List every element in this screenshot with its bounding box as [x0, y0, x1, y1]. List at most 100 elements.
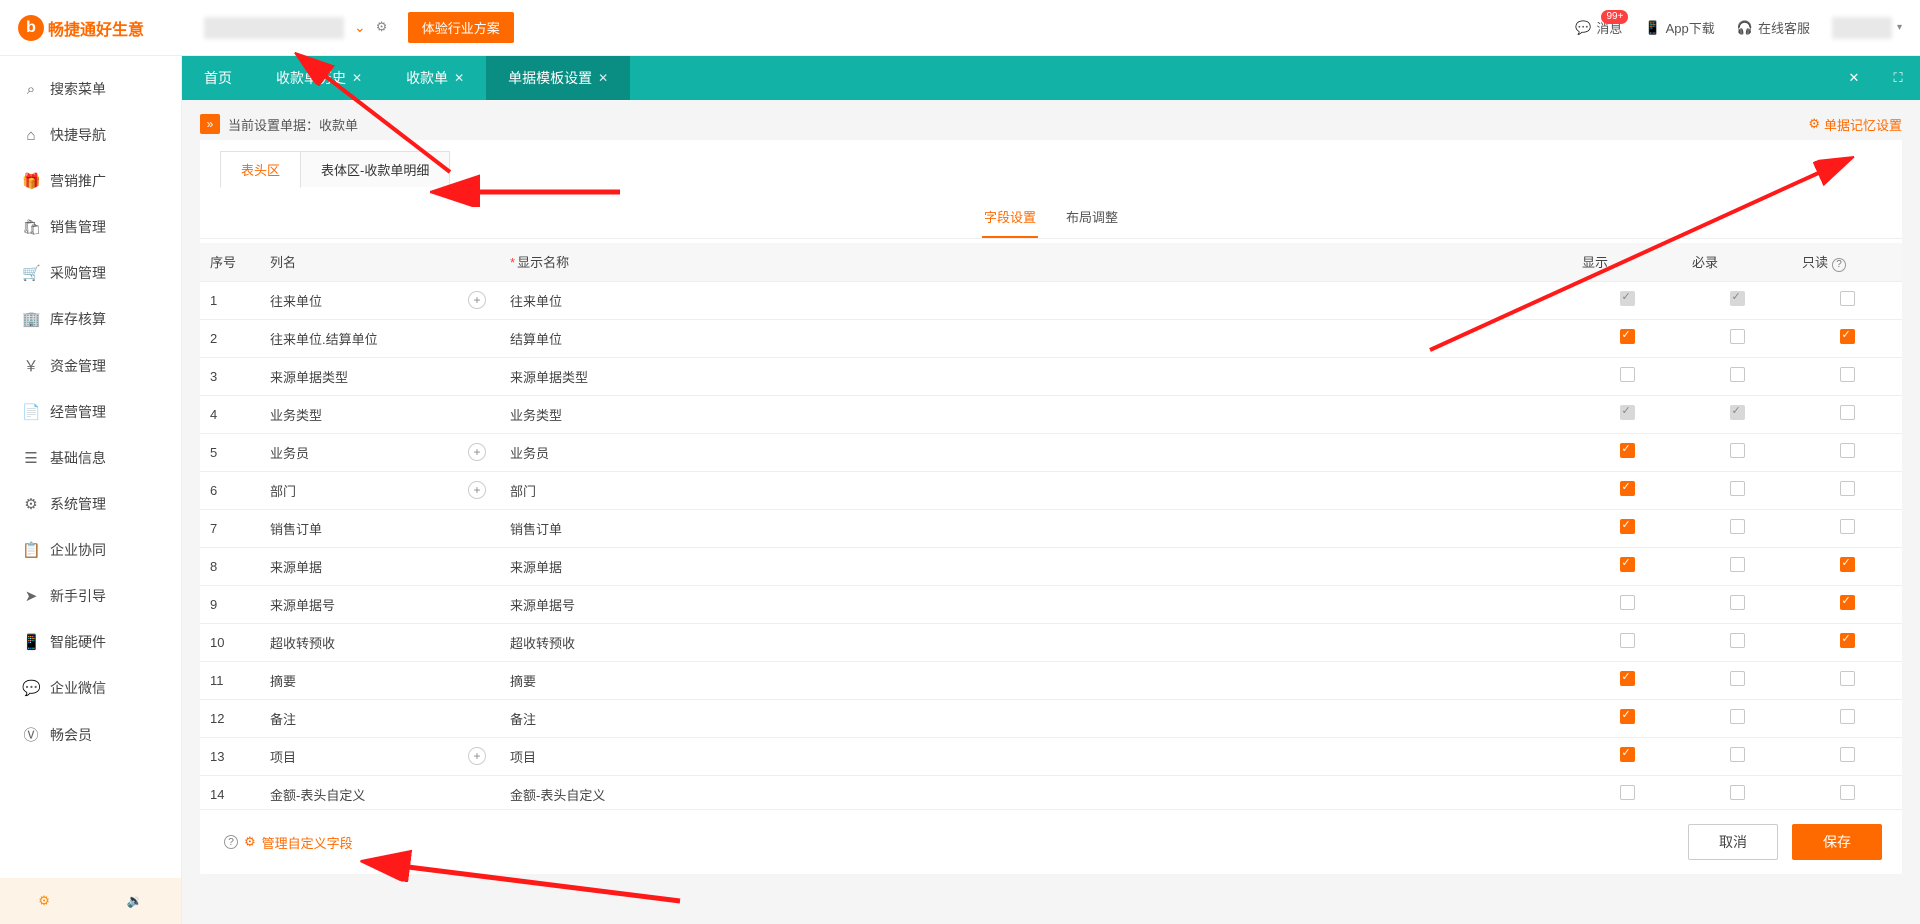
experience-button[interactable]: 体验行业方案	[408, 12, 514, 43]
checkbox[interactable]	[1730, 557, 1745, 572]
checkbox[interactable]	[1620, 671, 1635, 686]
checkbox[interactable]	[1840, 747, 1855, 762]
page-tab-1[interactable]: 收款单历史✕	[254, 56, 384, 100]
sub-tab-layout[interactable]: 布局调整	[1064, 201, 1120, 238]
checkbox[interactable]	[1620, 329, 1635, 344]
add-icon[interactable]: +	[468, 481, 486, 499]
messages-link[interactable]: 💬 消息 99+	[1575, 18, 1622, 37]
checkbox[interactable]	[1730, 709, 1745, 724]
sidebar-item-10[interactable]: 📋企业协同	[0, 527, 181, 573]
fullscreen-toggle[interactable]: ⛶	[1876, 70, 1920, 86]
checkbox[interactable]	[1620, 557, 1635, 572]
settings-icon[interactable]: ⚙	[38, 893, 50, 909]
checkbox[interactable]	[1620, 443, 1635, 458]
memory-setting-link[interactable]: ⚙ 单据记忆设置	[1808, 115, 1902, 134]
app-download-link[interactable]: 📱 App下载	[1644, 18, 1714, 37]
checkbox[interactable]	[1730, 367, 1745, 382]
checkbox[interactable]	[1730, 443, 1745, 458]
checkbox[interactable]	[1620, 595, 1635, 610]
cell-display[interactable]: 来源单据	[500, 547, 1572, 585]
gear-icon[interactable]: ⚙	[376, 19, 394, 37]
checkbox[interactable]	[1730, 519, 1745, 534]
sidebar-item-11[interactable]: ➤新手引导	[0, 573, 181, 619]
checkbox[interactable]	[1840, 405, 1855, 420]
page-tab-3[interactable]: 单据模板设置✕	[486, 56, 630, 100]
checkbox[interactable]	[1730, 595, 1745, 610]
checkbox[interactable]	[1730, 481, 1745, 496]
sidebar-item-1[interactable]: ⌂快捷导航	[0, 112, 181, 158]
add-icon[interactable]: +	[468, 747, 486, 765]
cell-display[interactable]: 业务类型	[500, 395, 1572, 433]
sub-tab-field[interactable]: 字段设置	[982, 201, 1038, 238]
checkbox[interactable]	[1840, 443, 1855, 458]
sidebar-item-14[interactable]: Ⓥ畅会员	[0, 711, 181, 758]
area-tab-body[interactable]: 表体区-收款单明细	[300, 151, 450, 187]
sidebar-item-7[interactable]: 📄经营管理	[0, 389, 181, 435]
cell-display[interactable]: 往来单位	[500, 281, 1572, 319]
table-scroll[interactable]: 序号 列名 *显示名称 显示 必录 只读? 1往来单位+往来单位2往来单位.结算…	[200, 243, 1902, 803]
checkbox[interactable]	[1620, 367, 1635, 382]
cell-display[interactable]: 结算单位	[500, 319, 1572, 357]
sidebar-item-3[interactable]: 🛍销售管理	[0, 204, 181, 250]
cell-display[interactable]: 项目	[500, 737, 1572, 775]
area-tab-header[interactable]: 表头区	[220, 151, 301, 188]
checkbox[interactable]	[1730, 329, 1745, 344]
checkbox[interactable]	[1840, 329, 1855, 344]
sidebar-item-4[interactable]: 🛒采购管理	[0, 250, 181, 296]
add-icon[interactable]: +	[468, 291, 486, 309]
close-icon[interactable]: ✕	[454, 71, 464, 85]
sidebar-item-5[interactable]: 🏢库存核算	[0, 296, 181, 342]
close-all-tabs[interactable]: ✕	[1832, 70, 1876, 86]
help-icon[interactable]: ?	[1832, 258, 1846, 272]
cell-display[interactable]: 来源单据类型	[500, 357, 1572, 395]
page-tab-2[interactable]: 收款单✕	[384, 56, 486, 100]
checkbox[interactable]	[1620, 519, 1635, 534]
sidebar-item-9[interactable]: ⚙系统管理	[0, 481, 181, 527]
checkbox[interactable]	[1620, 481, 1635, 496]
sidebar-item-2[interactable]: 🎁营销推广	[0, 158, 181, 204]
tenant-selector[interactable]: ⌄ ⚙	[204, 17, 394, 39]
checkbox[interactable]	[1730, 785, 1745, 800]
checkbox[interactable]	[1730, 671, 1745, 686]
checkbox[interactable]	[1840, 633, 1855, 648]
cancel-button[interactable]: 取消	[1688, 824, 1778, 860]
cell-display[interactable]: 来源单据号	[500, 585, 1572, 623]
save-button[interactable]: 保存	[1792, 824, 1882, 860]
page-tab-0[interactable]: 首页	[182, 56, 254, 100]
checkbox[interactable]	[1620, 785, 1635, 800]
manage-custom-fields[interactable]: ? ⚙ 管理自定义字段	[220, 833, 353, 852]
checkbox[interactable]	[1620, 747, 1635, 762]
cell-display[interactable]: 摘要	[500, 661, 1572, 699]
checkbox[interactable]	[1730, 633, 1745, 648]
close-icon[interactable]: ✕	[598, 71, 608, 85]
checkbox[interactable]	[1620, 709, 1635, 724]
expand-handle-icon[interactable]: »	[200, 114, 220, 134]
cell-display[interactable]: 备注	[500, 699, 1572, 737]
cell-display[interactable]: 金额-表头自定义	[500, 775, 1572, 803]
checkbox[interactable]	[1840, 785, 1855, 800]
checkbox[interactable]	[1620, 633, 1635, 648]
user-menu[interactable]: ▾	[1832, 17, 1902, 39]
sidebar-item-13[interactable]: 💬企业微信	[0, 665, 181, 711]
sidebar-item-0[interactable]: ⌕搜索菜单	[0, 66, 181, 112]
cell-display[interactable]: 销售订单	[500, 509, 1572, 547]
online-service-link[interactable]: 🎧 在线客服	[1737, 18, 1810, 37]
cell-display[interactable]: 业务员	[500, 433, 1572, 471]
checkbox[interactable]	[1840, 557, 1855, 572]
checkbox[interactable]	[1840, 709, 1855, 724]
sidebar-item-8[interactable]: ☰基础信息	[0, 435, 181, 481]
checkbox[interactable]	[1730, 747, 1745, 762]
close-icon[interactable]: ✕	[352, 71, 362, 85]
sound-icon[interactable]: 🔉	[127, 893, 143, 909]
checkbox[interactable]	[1840, 481, 1855, 496]
sidebar-item-12[interactable]: 📱智能硬件	[0, 619, 181, 665]
cell-display[interactable]: 超收转预收	[500, 623, 1572, 661]
checkbox[interactable]	[1840, 671, 1855, 686]
checkbox[interactable]	[1840, 291, 1855, 306]
checkbox[interactable]	[1840, 595, 1855, 610]
cell-display[interactable]: 部门	[500, 471, 1572, 509]
sidebar-item-6[interactable]: ￥资金管理	[0, 342, 181, 389]
add-icon[interactable]: +	[468, 443, 486, 461]
checkbox[interactable]	[1840, 367, 1855, 382]
checkbox[interactable]	[1840, 519, 1855, 534]
